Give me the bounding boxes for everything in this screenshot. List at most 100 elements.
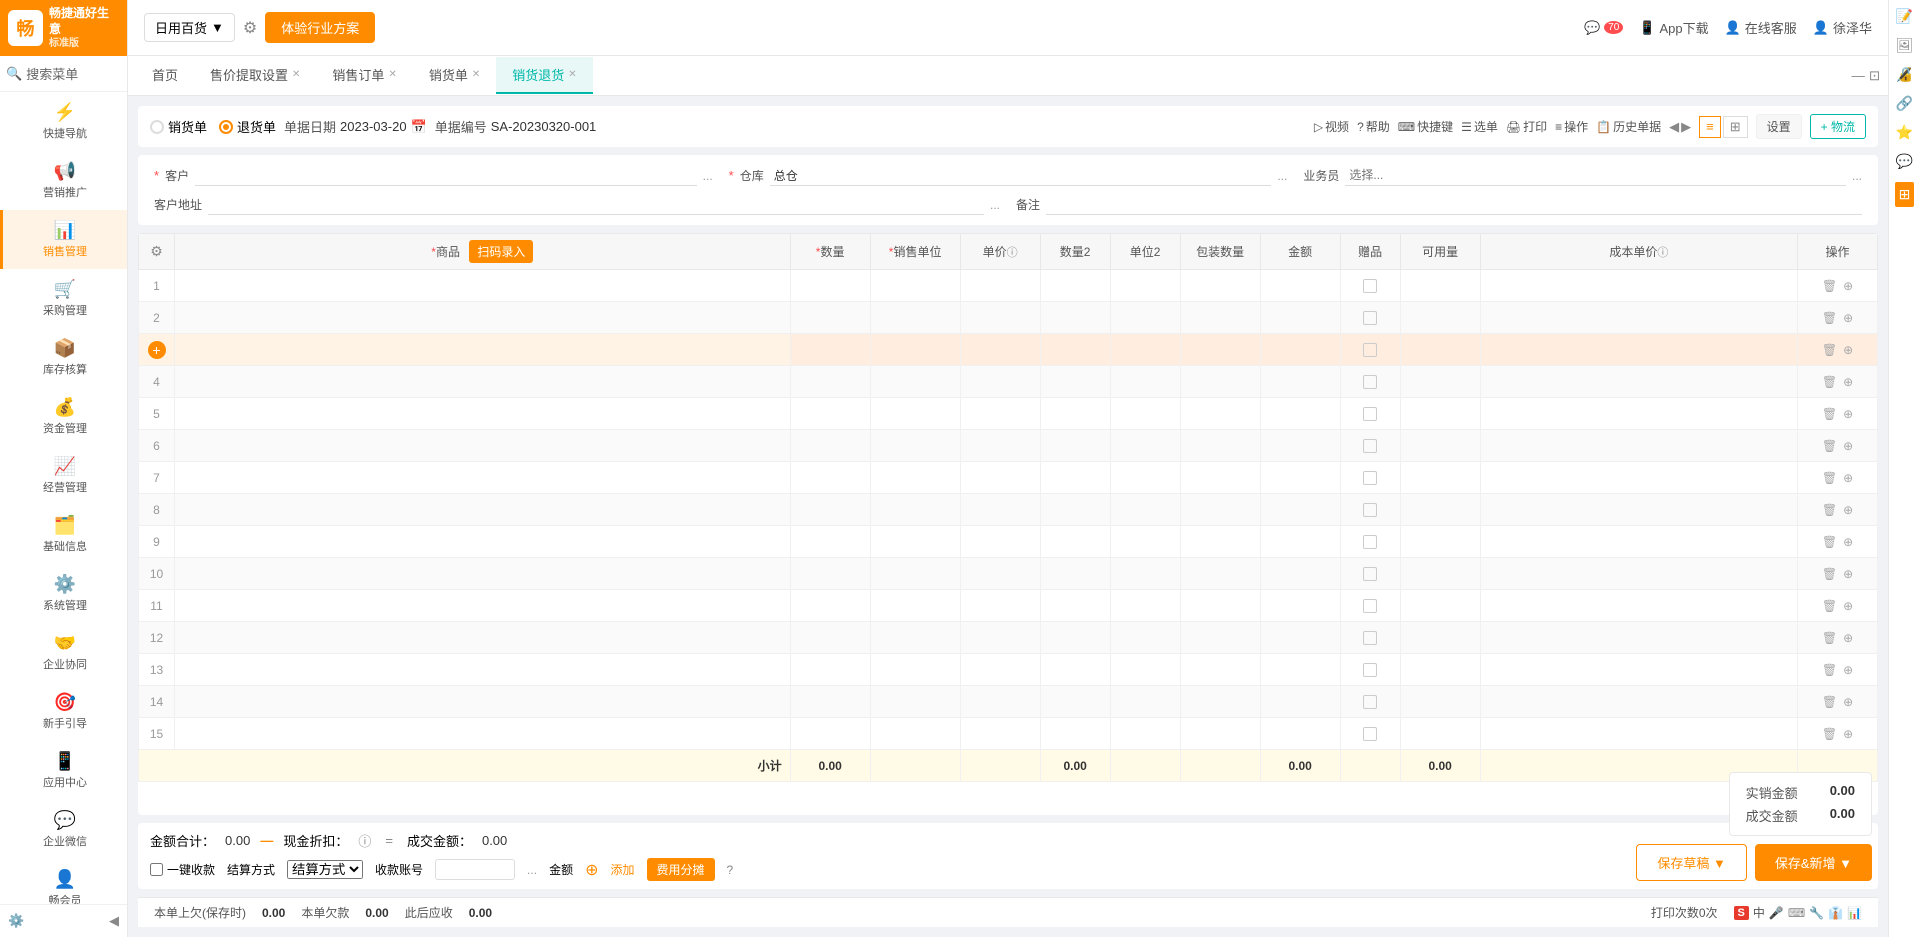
save-new-btn[interactable]: 保存&新增 ▼ [1755,844,1872,881]
chat-icon[interactable]: 💬 [1896,153,1913,170]
tab-home[interactable]: 首页 [136,57,194,94]
del-15[interactable]: 🗑 [1822,727,1837,741]
unit2-cell-2[interactable] [1110,302,1180,334]
warehouse-input[interactable] [770,165,1272,186]
link-icon[interactable]: 🔗 [1896,95,1913,112]
del-4[interactable]: 🗑 [1822,375,1837,389]
remark-input[interactable] [1046,194,1862,215]
unit2-cell-1[interactable] [1110,270,1180,302]
copy-14[interactable]: ⊕ [1843,695,1853,709]
tab-sales-order[interactable]: 销售订单 ✕ [316,57,412,94]
select-link[interactable]: ☰ 选单 [1461,118,1498,135]
tab-sales-order-close[interactable]: ✕ [388,69,396,80]
del-11[interactable]: 🗑 [1822,599,1837,613]
calendar-icon[interactable]: 📅 [411,119,427,135]
gift-cb-3[interactable] [1363,343,1377,357]
gift-cb-15[interactable] [1363,727,1377,741]
gift-cb-13[interactable] [1363,663,1377,677]
qty2-cell-2[interactable] [1040,302,1110,334]
gift-cb-1[interactable] [1363,279,1377,293]
pack-cell-3[interactable] [1180,334,1260,366]
product-cell-1[interactable] [175,270,791,302]
unit-cell-3[interactable] [870,334,960,366]
unit2-cell-3[interactable] [1110,334,1180,366]
amount-cell-2[interactable] [1260,302,1340,334]
prev-arrow[interactable]: ◀ [1669,119,1679,135]
customer-input[interactable] [195,165,697,186]
price-cell-3[interactable] [960,334,1040,366]
gift-cb-12[interactable] [1363,631,1377,645]
copy-4[interactable]: ⊕ [1843,375,1853,389]
delete-icon-3[interactable]: 🗑 [1822,343,1837,357]
gear-col-icon[interactable]: ⚙ [150,243,163,259]
one-key-pay-cb[interactable] [150,863,163,876]
product-cell-3[interactable] [175,334,791,366]
qty-cell-1[interactable] [790,270,870,302]
delete-icon-2[interactable]: 🗑 [1822,311,1837,325]
sidebar-item-wechat[interactable]: 💬 企业微信 [0,800,127,859]
minimize-btn[interactable]: — [1852,68,1865,84]
tab-sales-close[interactable]: ✕ [472,69,480,80]
print-link[interactable]: 🖨 打印 [1506,118,1547,135]
operate-link[interactable]: ≡ 操作 [1555,118,1588,135]
qty2-cell-1[interactable] [1040,270,1110,302]
help-link[interactable]: ? 帮助 [1357,118,1390,135]
sidebar-item-basic[interactable]: 🗂️ 基础信息 [0,505,127,564]
add-logistics-btn[interactable]: + 物流 [1810,114,1866,139]
del-8[interactable]: 🗑 [1822,503,1837,517]
gift-cb-7[interactable] [1363,471,1377,485]
tab-sales[interactable]: 销货单 ✕ [413,57,496,94]
del-12[interactable]: 🗑 [1822,631,1837,645]
pack-cell-1[interactable] [1180,270,1260,302]
grid-view-btn[interactable]: ⊞ [1723,116,1748,138]
delete-icon-1[interactable]: 🗑 [1822,279,1837,293]
daily-select[interactable]: 日用百货 ▼ [144,13,235,42]
del-6[interactable]: 🗑 [1822,439,1837,453]
copy-11[interactable]: ⊕ [1843,599,1853,613]
copy-6[interactable]: ⊕ [1843,439,1853,453]
message-icon-group[interactable]: 💬 70 [1584,20,1623,36]
copy-icon-2[interactable]: ⊕ [1843,311,1853,325]
sidebar-item-apps[interactable]: 📱 应用中心 [0,741,127,800]
copy-7[interactable]: ⊕ [1843,471,1853,485]
del-13[interactable]: 🗑 [1822,663,1837,677]
tab-sales-return-close[interactable]: ✕ [568,69,576,80]
fee-split-btn[interactable]: 费用分摊 [647,858,715,881]
salesman-dots[interactable]: ... [1852,169,1862,183]
copy-10[interactable]: ⊕ [1843,567,1853,581]
collapse-icon[interactable]: ◀ [109,913,119,929]
gift-cb-8[interactable] [1363,503,1377,517]
salesman-input[interactable] [1345,165,1846,186]
tab-sales-return[interactable]: 销货退货 ✕ [496,57,592,94]
copy-5[interactable]: ⊕ [1843,407,1853,421]
gift-cb-5[interactable] [1363,407,1377,421]
copy-12[interactable]: ⊕ [1843,631,1853,645]
unit-cell-2[interactable] [870,302,960,334]
gift-cb-4[interactable] [1363,375,1377,389]
address-input[interactable] [208,194,984,215]
price-cell-2[interactable] [960,302,1040,334]
qty2-cell-3[interactable] [1040,334,1110,366]
account-input[interactable] [435,859,515,880]
app-download-link[interactable]: 📱 App下载 [1639,18,1708,37]
maximize-btn[interactable]: ⊡ [1869,68,1880,84]
unit-cell-1[interactable] [870,270,960,302]
sidebar-item-sales[interactable]: 📊 销售管理 [0,210,127,269]
pack-cell-2[interactable] [1180,302,1260,334]
video-link[interactable]: ▷ 视频 [1314,118,1349,135]
gift-cb-10[interactable] [1363,567,1377,581]
address-dots[interactable]: ... [990,198,1000,212]
copy-icon-1[interactable]: ⊕ [1843,279,1853,293]
copy-15[interactable]: ⊕ [1843,727,1853,741]
add-row-btn[interactable]: + [148,341,166,359]
grid-icon[interactable]: ⊞ [1895,182,1915,207]
star-icon[interactable]: ⭐ [1896,124,1913,141]
gift-cb-11[interactable] [1363,599,1377,613]
del-7[interactable]: 🗑 [1822,471,1837,485]
settings-icon[interactable]: ⚙️ [8,913,24,929]
radio-sales[interactable]: 销货单 [150,117,207,136]
customer-dots[interactable]: ... [703,169,713,183]
online-service-link[interactable]: 👤 在线客服 [1725,18,1797,37]
scan-btn[interactable]: 扫码录入 [469,240,533,263]
sidebar-item-quicknav[interactable]: ⚡ 快捷导航 [0,92,127,151]
